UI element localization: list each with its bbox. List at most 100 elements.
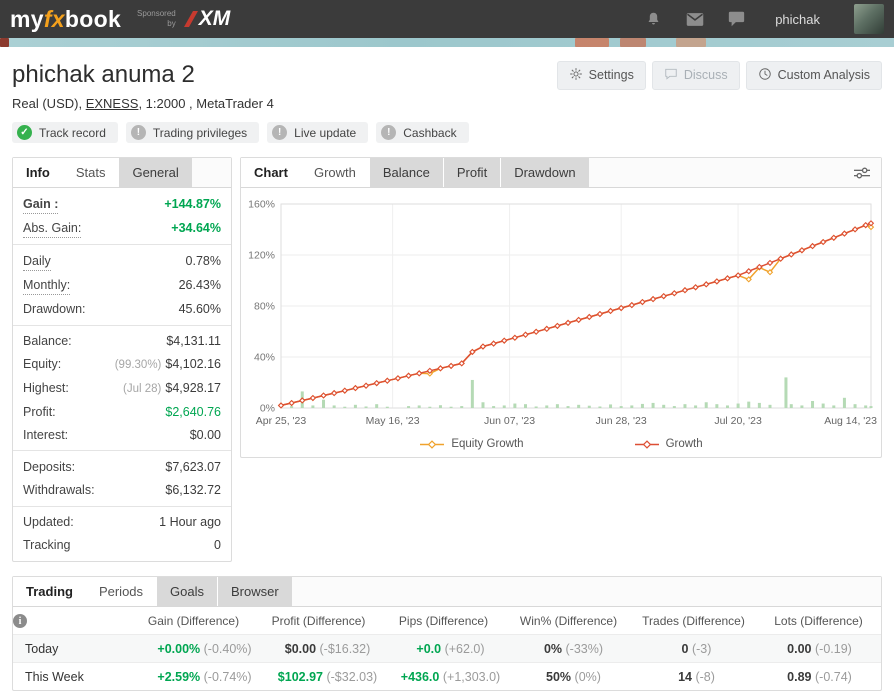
stat-interest: Interest: $0.00 <box>23 427 221 442</box>
info-panel: Info Stats General Gain : +144.87% Abs. Gain… <box>12 157 232 562</box>
stat-gain: Gain : +144.87% <box>23 192 221 216</box>
svg-text:Jun 28, '23: Jun 28, '23 <box>596 415 647 427</box>
verification-badges: ✓ Track record ! Trading privileges ! Live up… <box>12 122 882 143</box>
page-title: phichak anuma 2 <box>12 61 195 88</box>
periods-panel-tabs: Trading Periods Goals Browser <box>13 576 881 607</box>
badge-track-record[interactable]: ✓ Track record <box>12 122 118 143</box>
tab-drawdown[interactable]: Drawdown <box>500 158 589 187</box>
custom-analysis-button[interactable]: Custom Analysis <box>745 60 882 90</box>
column-header-lots-difference[interactable]: Lots (Difference) <box>756 608 881 634</box>
exclamation-icon: ! <box>130 125 146 140</box>
banner-fragment <box>620 38 646 47</box>
stat-monthly: Monthly: 26.43% <box>23 273 221 297</box>
badge-trading-privileges[interactable]: ! Trading privileges <box>125 122 260 143</box>
info-panel-tabs: Info Stats General <box>13 158 231 188</box>
stat-balance: Balance: $4,131.11 <box>23 334 221 349</box>
svg-text:160%: 160% <box>248 199 275 211</box>
chat-icon[interactable] <box>728 11 745 27</box>
stat-equity: Equity: (99.30%) $4,102.16 <box>23 357 221 372</box>
leverage-platform-label: , 1:2000 , MetaTrader 4 <box>138 96 274 111</box>
stat-updated: Updated: 1 Hour ago <box>23 515 221 530</box>
username[interactable]: phichak <box>775 12 820 27</box>
speech-bubble-icon <box>664 67 678 84</box>
svg-text:120%: 120% <box>248 250 275 262</box>
tab-balance[interactable]: Balance <box>368 158 443 187</box>
title-actions: Settings Discuss Custom Analysis <box>556 60 882 90</box>
legend-growth[interactable]: Growth <box>634 438 703 450</box>
periods-table: i Gain (Difference) Profit (Difference) Pi… <box>13 607 881 691</box>
svg-text:Jul 20, '23: Jul 20, '23 <box>714 415 762 427</box>
svg-text:Jun 07, '23: Jun 07, '23 <box>484 415 535 427</box>
stat-withdrawals: Withdrawals: $6,132.72 <box>23 482 221 497</box>
clock-icon <box>758 67 772 84</box>
ad-banner-strip[interactable] <box>0 38 894 47</box>
banner-fragment <box>575 38 609 47</box>
avatar[interactable] <box>854 4 884 34</box>
tab-growth[interactable]: Growth <box>300 158 369 187</box>
badge-live-update[interactable]: ! Live update <box>267 122 369 143</box>
column-header-profit-difference[interactable]: Profit (Difference) <box>256 608 381 634</box>
tab-info[interactable]: Info <box>13 158 63 187</box>
column-header-win-difference[interactable]: Win% (Difference) <box>506 608 631 634</box>
period-row-today[interactable]: Today +0.00% (-0.40%) $0.00 (-$16.32) +0.0 … <box>13 634 881 663</box>
svg-text:0%: 0% <box>260 403 275 415</box>
stats-list: Gain : +144.87% Abs. Gain: +34.64% Daily 0.78… <box>13 188 231 561</box>
tab-general[interactable]: General <box>118 158 192 187</box>
tab-stats[interactable]: Stats <box>62 158 119 187</box>
gear-icon <box>569 67 583 84</box>
growth-chart[interactable]: 0% 40% 80% 120% 160% Apr 25, '23 May 16, '23 Ju… <box>243 192 879 432</box>
settings-button[interactable]: Settings <box>556 60 646 90</box>
period-label: This Week <box>25 669 84 684</box>
svg-text:Apr 25, '23: Apr 25, '23 <box>256 415 307 427</box>
periods-panel: Trading Periods Goals Browser i Gain (Diffe… <box>12 575 882 691</box>
column-header-trades-difference[interactable]: Trades (Difference) <box>631 608 756 634</box>
badge-cashback[interactable]: ! Cashback <box>376 122 469 143</box>
sponsored-by-label: Sponsored by <box>137 9 176 28</box>
bell-icon[interactable] <box>645 11 662 28</box>
banner-fragment <box>676 38 706 47</box>
period-label: Today <box>25 641 59 656</box>
tab-trading[interactable]: Trading <box>13 576 86 606</box>
stat-abs-gain: Abs. Gain: +34.64% <box>23 216 221 240</box>
exclamation-icon: ! <box>381 125 397 140</box>
tab-browser[interactable]: Browser <box>217 576 292 606</box>
exclamation-icon: ! <box>272 125 288 140</box>
legend-equity-growth[interactable]: Equity Growth <box>419 438 524 450</box>
envelope-icon[interactable] <box>686 12 704 27</box>
stat-highest: Highest: (Jul 28) $4,928.17 <box>23 380 221 395</box>
column-header-pips-difference[interactable]: Pips (Difference) <box>381 608 506 634</box>
periods-table-header: i Gain (Difference) Profit (Difference) Pi… <box>13 607 881 635</box>
chart-panel-tabs: Chart Growth Balance Profit Drawdown <box>241 158 881 188</box>
account-subtitle: Real (USD), EXNESS, 1:2000 , MetaTrader … <box>12 96 882 111</box>
chart-panel: Chart Growth Balance Profit Drawdown 0% 40% 80… <box>240 157 882 458</box>
info-icon[interactable]: i <box>13 614 27 629</box>
legend-marker-icon <box>634 439 659 449</box>
stat-drawdown: Drawdown: 45.60% <box>23 302 221 316</box>
tab-chart[interactable]: Chart <box>241 158 301 187</box>
tab-periods[interactable]: Periods <box>85 576 157 606</box>
chart-legend: Equity Growth Growth <box>241 437 881 457</box>
period-row-this-week[interactable]: This Week +2.59% (-0.74%) $102.97 (-$32.03… <box>13 662 881 690</box>
legend-marker-icon <box>420 439 445 449</box>
stat-deposits: Deposits: $7,623.07 <box>23 459 221 474</box>
discuss-button[interactable]: Discuss <box>651 60 740 90</box>
svg-text:Aug 14, '23: Aug 14, '23 <box>824 415 877 427</box>
check-icon: ✓ <box>17 125 32 140</box>
sliders-icon[interactable] <box>843 158 881 187</box>
account-type-label: Real (USD), <box>12 96 86 111</box>
banner-fragment <box>0 38 9 47</box>
myfxbook-logo[interactable]: myfxbook <box>10 7 121 31</box>
svg-text:May 16, '23: May 16, '23 <box>366 415 420 427</box>
stat-profit: Profit: $2,640.76 <box>23 404 221 419</box>
tab-profit[interactable]: Profit <box>442 158 501 187</box>
svg-text:40%: 40% <box>254 352 275 364</box>
xm-logo[interactable]: XM <box>183 7 230 31</box>
topbar: myfxbook Sponsored by XM phichak <box>0 0 894 38</box>
xm-mark-icon <box>183 11 198 27</box>
tab-goals[interactable]: Goals <box>156 576 217 606</box>
column-header-gain-difference[interactable]: Gain (Difference) <box>131 608 256 634</box>
broker-link[interactable]: EXNESS <box>86 96 139 111</box>
stat-daily: Daily 0.78% <box>23 249 221 273</box>
stat-tracking: Tracking 0 <box>23 538 221 553</box>
svg-text:80%: 80% <box>254 301 275 313</box>
